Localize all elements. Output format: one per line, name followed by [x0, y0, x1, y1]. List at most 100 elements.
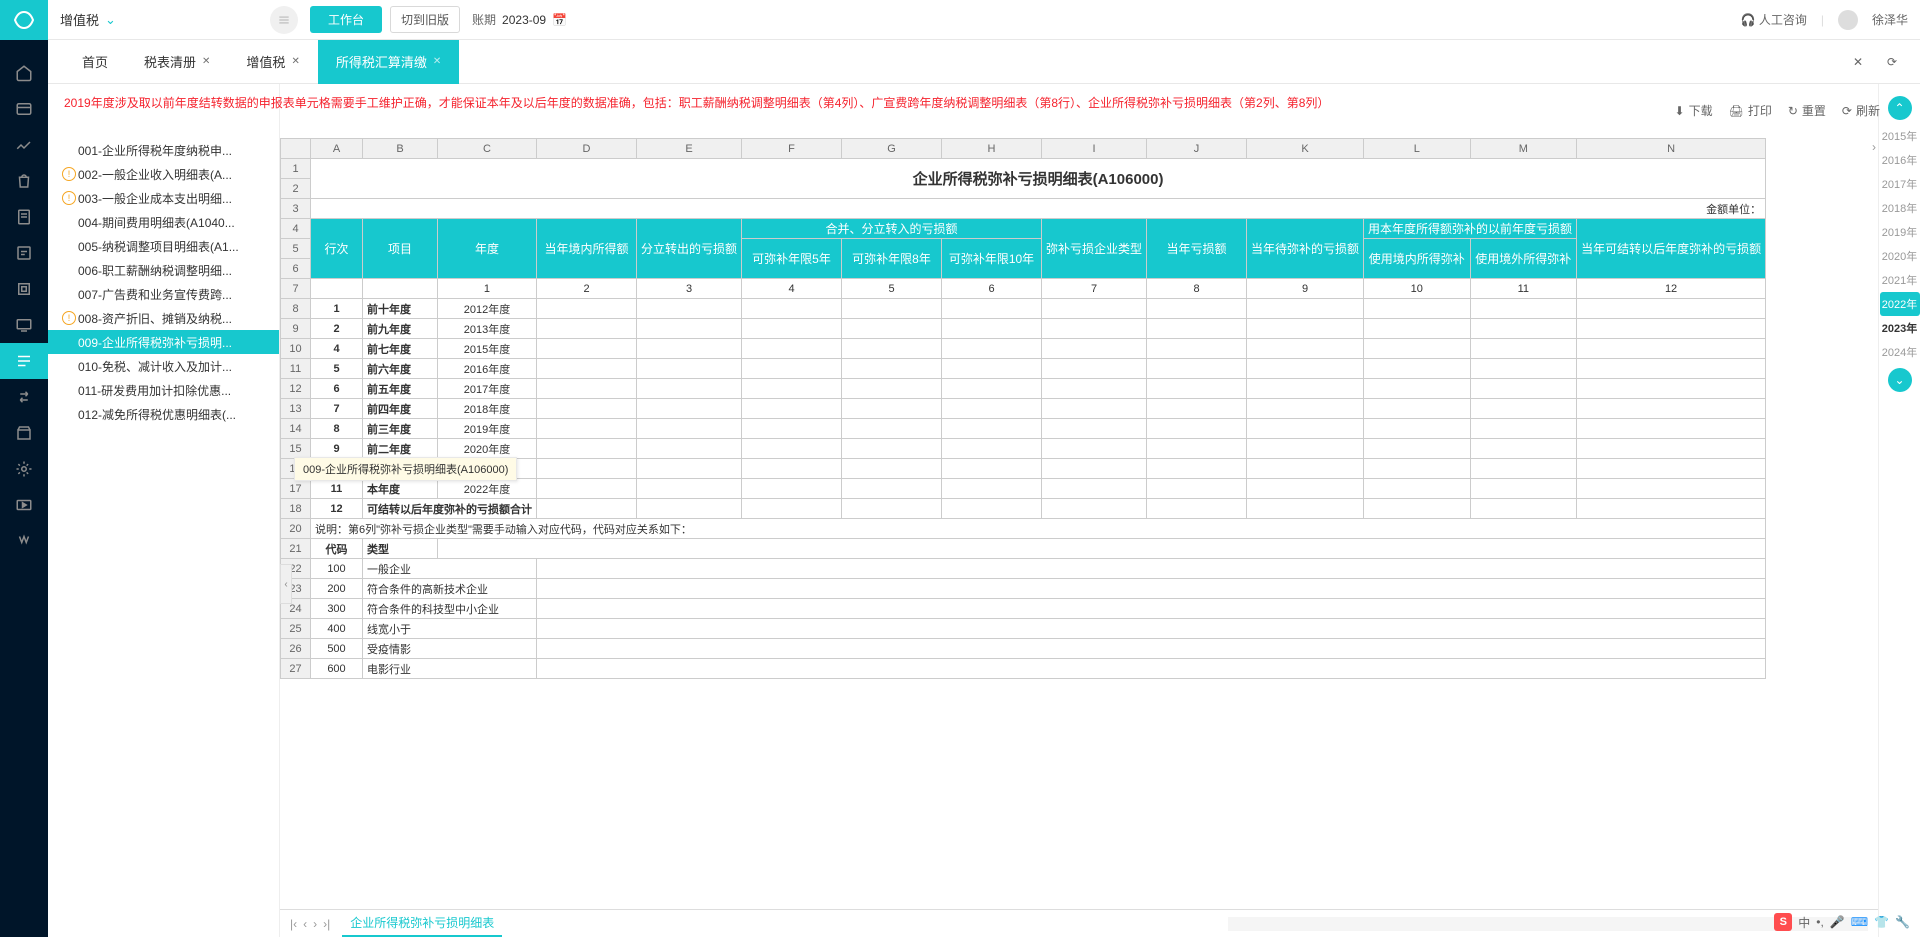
col-header[interactable]: A — [311, 139, 363, 159]
col-header[interactable]: F — [742, 139, 842, 159]
bag-icon[interactable] — [0, 163, 48, 199]
nav-item-5[interactable]: 006-职工薪酬纳税调整明细... — [48, 258, 279, 282]
refresh-button[interactable]: ⟳ 刷新 — [1842, 102, 1880, 119]
consult-link[interactable]: 🎧 人工咨询 — [1741, 11, 1807, 28]
col-header[interactable]: L — [1364, 139, 1471, 159]
workspace-button[interactable]: 工作台 — [310, 6, 382, 33]
refresh-tabs-icon[interactable]: ⟳ — [1880, 50, 1904, 74]
tab-1[interactable]: 税表清册✕ — [126, 40, 228, 84]
nav-item-0[interactable]: 001-企业所得税年度纳税申... — [48, 138, 279, 162]
tab-3[interactable]: 所得税汇算清缴✕ — [318, 40, 459, 84]
ime-keyboard-icon[interactable]: ⌨ — [1851, 915, 1868, 929]
sheet-first-icon[interactable]: |‹ — [290, 917, 297, 931]
close-all-icon[interactable]: ✕ — [1846, 50, 1870, 74]
year-2019年[interactable]: 2019年 — [1880, 220, 1920, 244]
tab-close-icon[interactable]: ✕ — [202, 56, 210, 67]
chart-icon[interactable] — [0, 127, 48, 163]
video-icon[interactable] — [0, 487, 48, 523]
username[interactable]: 徐泽华 — [1872, 11, 1908, 28]
col-header[interactable]: B — [363, 139, 438, 159]
topbar: 增值税 ⌄ 工作台 切到旧版 账期 2023-09 📅 🎧 人工咨询 | 徐泽华 — [48, 0, 1920, 40]
transfer-icon[interactable] — [0, 379, 48, 415]
settings-icon[interactable] — [0, 451, 48, 487]
col-header[interactable]: G — [842, 139, 942, 159]
sheet-next-icon[interactable]: › — [313, 917, 317, 931]
tax-icon[interactable] — [0, 343, 48, 379]
year-2022年[interactable]: 2022年 — [1880, 292, 1920, 316]
nav-item-2[interactable]: 003-一般企业成本支出明细... — [48, 186, 279, 210]
col-header[interactable]: K — [1247, 139, 1364, 159]
module-dropdown[interactable]: 增值税 ⌄ — [60, 10, 260, 29]
year-2015年[interactable]: 2015年 — [1880, 124, 1920, 148]
reset-button[interactable]: ↻ 重置 — [1788, 102, 1826, 119]
archive-icon[interactable] — [0, 415, 48, 451]
year-2024年[interactable]: 2024年 — [1880, 340, 1920, 364]
ime-mic-icon[interactable]: 🎤 — [1830, 915, 1845, 929]
nav-item-9[interactable]: 010-免税、减计收入及加计... — [48, 354, 279, 378]
switch-old-button[interactable]: 切到旧版 — [390, 6, 460, 33]
sheet-tab[interactable]: 企业所得税弥补亏损明细表 — [342, 910, 502, 937]
unit-label: 金额单位： — [311, 199, 1766, 219]
ime-tool-icon[interactable]: 🔧 — [1895, 915, 1910, 929]
screen-icon[interactable] — [0, 307, 48, 343]
nav-item-6[interactable]: 007-广告费和业务宣传费跨... — [48, 282, 279, 306]
period-value[interactable]: 2023-09 — [502, 13, 546, 27]
col-header[interactable]: H — [942, 139, 1042, 159]
collapse-handle[interactable]: ‹ — [280, 564, 292, 604]
tab-close-icon[interactable]: ✕ — [433, 56, 441, 67]
horizontal-scrollbar[interactable] — [1228, 917, 1868, 931]
nav-item-7[interactable]: 008-资产折旧、摊销及纳税... — [48, 306, 279, 330]
tab-close-icon[interactable]: ✕ — [291, 56, 299, 67]
list-icon[interactable] — [270, 6, 298, 34]
sheet-tabs: |‹ ‹ › ›| 企业所得税弥补亏损明细表 — [280, 909, 1878, 937]
col-header[interactable]: E — [637, 139, 742, 159]
year-2017年[interactable]: 2017年 — [1880, 172, 1920, 196]
calendar-icon[interactable]: 📅 — [552, 13, 567, 27]
vip-icon[interactable] — [0, 523, 48, 559]
nav-item-10[interactable]: 011-研发费用加计扣除优惠... — [48, 378, 279, 402]
nav-item-4[interactable]: 005-纳税调整项目明细表(A1... — [48, 234, 279, 258]
doc-icon[interactable] — [0, 199, 48, 235]
expand-sheet-icon[interactable]: › — [1872, 140, 1876, 154]
year-2020年[interactable]: 2020年 — [1880, 244, 1920, 268]
col-header[interactable]: D — [537, 139, 637, 159]
col-header[interactable]: I — [1042, 139, 1147, 159]
sheet-prev-icon[interactable]: ‹ — [303, 917, 307, 931]
invoice-icon[interactable] — [0, 235, 48, 271]
ime-skin-icon[interactable]: 👕 — [1874, 915, 1889, 929]
stamp-icon[interactable] — [0, 271, 48, 307]
tab-2[interactable]: 增值税✕ — [228, 40, 317, 84]
ime-punct-icon[interactable]: •, — [1816, 915, 1824, 929]
form-nav: 001-企业所得税年度纳税申...002-一般企业收入明细表(A...003-一… — [48, 84, 280, 937]
sheet-last-icon[interactable]: ›| — [323, 917, 330, 931]
col-header[interactable]: N — [1577, 139, 1766, 159]
download-button[interactable]: ⬇ 下载 — [1675, 102, 1713, 119]
year-2016年[interactable]: 2016年 — [1880, 148, 1920, 172]
year-2023年[interactable]: 2023年 — [1880, 316, 1920, 340]
chevron-down-icon: ⌄ — [105, 12, 116, 28]
tab-0[interactable]: 首页 — [64, 40, 126, 84]
nav-item-8[interactable]: 009-企业所得税弥补亏损明... — [48, 330, 279, 354]
year-panel: ⌃ 2015年2016年2017年2018年2019年2020年2021年202… — [1878, 84, 1920, 937]
avatar[interactable] — [1838, 10, 1858, 30]
nav-item-11[interactable]: 012-减免所得税优惠明细表(... — [48, 402, 279, 426]
note: 说明：第6列"弥补亏损企业类型"需要手动输入对应代码，代码对应关系如下： — [311, 519, 1766, 539]
print-button[interactable]: 🖨 打印 — [1729, 102, 1772, 119]
main-sidebar — [0, 0, 48, 937]
spreadsheet[interactable]: ABCDEFGHIJKLMN1企业所得税弥补亏损明细表(A106000)23金额… — [280, 138, 1878, 909]
nav-item-1[interactable]: 002-一般企业收入明细表(A... — [48, 162, 279, 186]
year-scroll-up[interactable]: ⌃ — [1888, 96, 1912, 120]
ime-logo-icon[interactable]: S — [1774, 913, 1792, 931]
card-icon[interactable] — [0, 91, 48, 127]
year-2021年[interactable]: 2021年 — [1880, 268, 1920, 292]
col-header[interactable]: M — [1470, 139, 1577, 159]
home-icon[interactable] — [0, 55, 48, 91]
app-logo[interactable] — [0, 0, 48, 40]
year-scroll-down[interactable]: ⌄ — [1888, 368, 1912, 392]
year-2018年[interactable]: 2018年 — [1880, 196, 1920, 220]
col-header[interactable]: C — [437, 139, 536, 159]
nav-item-3[interactable]: 004-期间费用明细表(A1040... — [48, 210, 279, 234]
col-header[interactable]: J — [1147, 139, 1247, 159]
page-tabs: 首页税表清册✕增值税✕所得税汇算清缴✕ ✕ ⟳ — [48, 40, 1920, 84]
ime-mode[interactable]: 中 — [1798, 914, 1810, 931]
